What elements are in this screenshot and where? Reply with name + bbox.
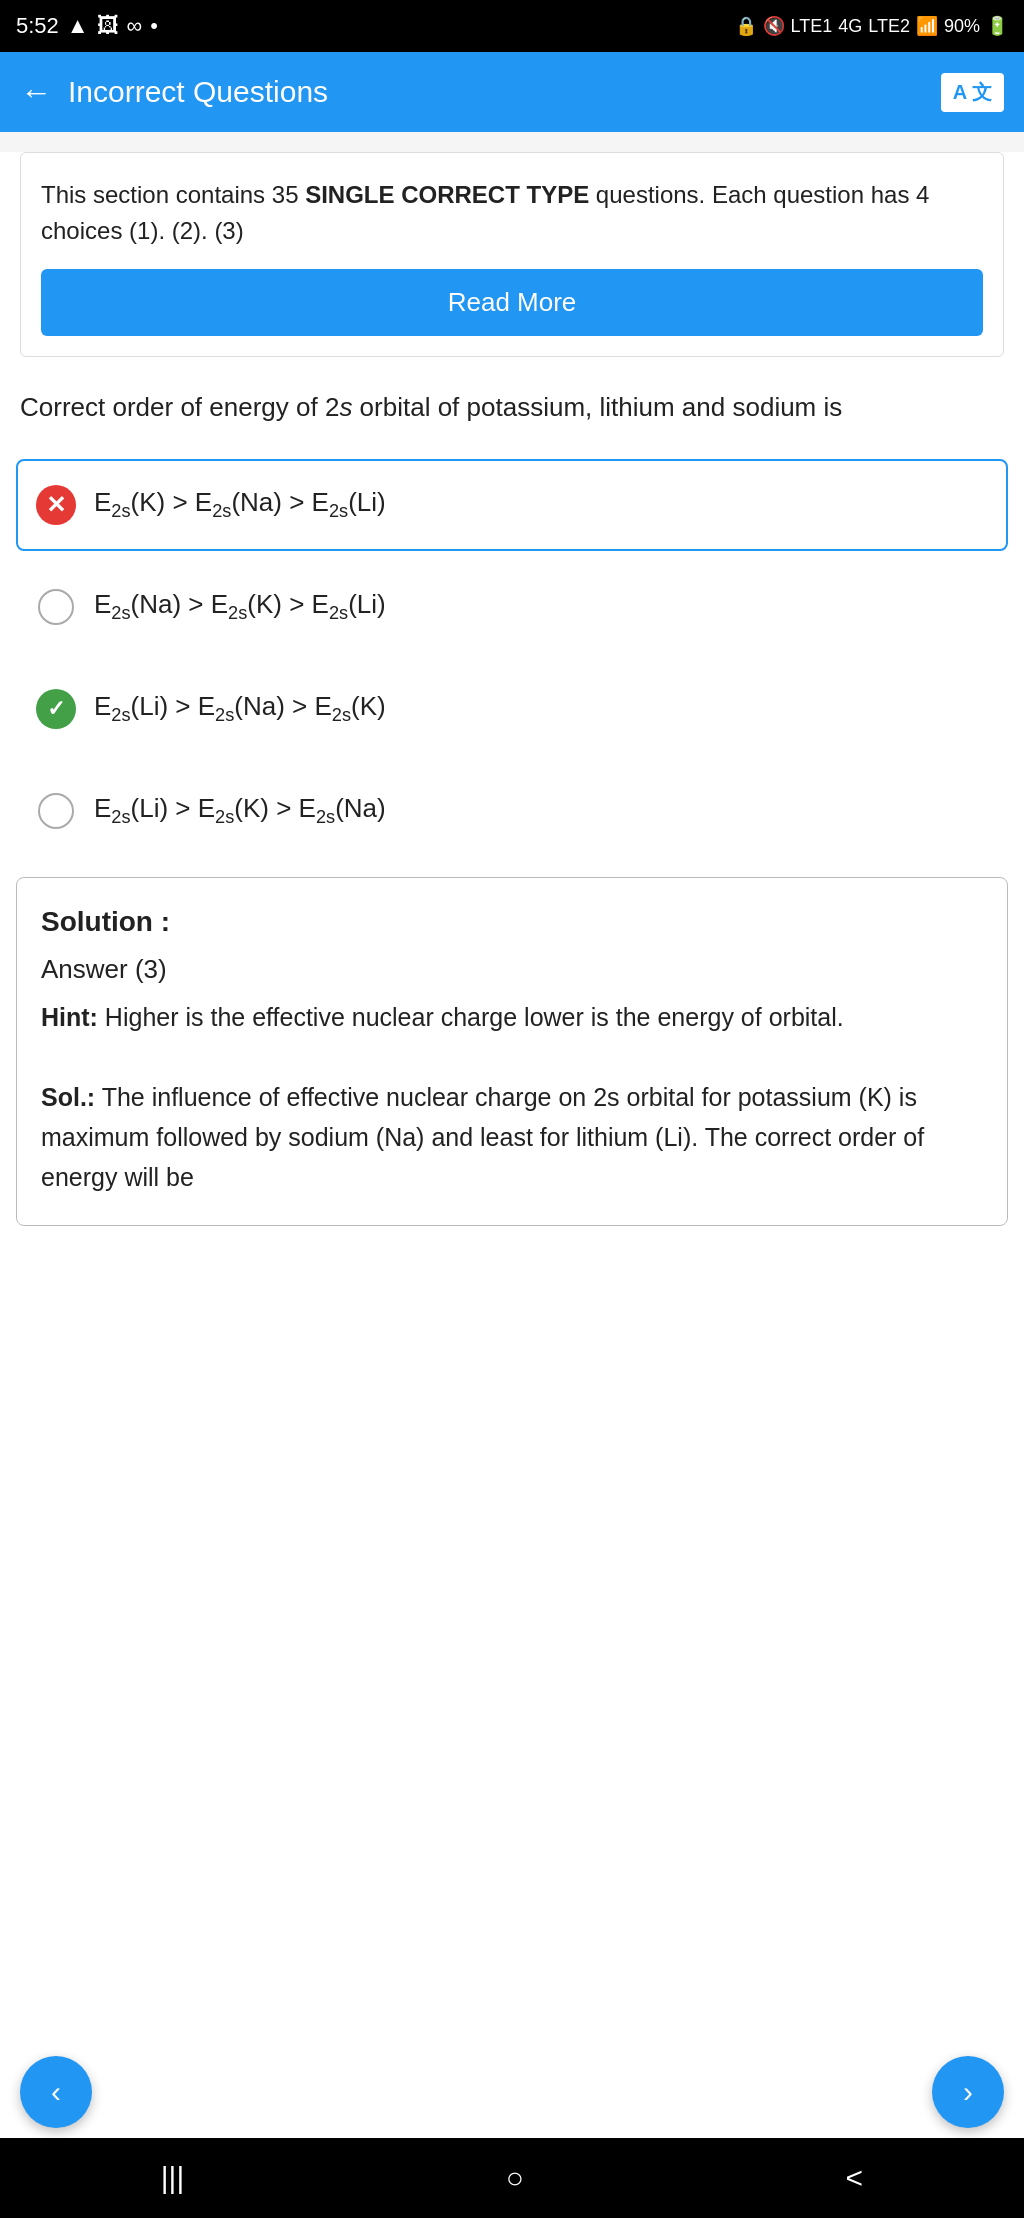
alert-icon: ▲ [67, 13, 89, 39]
status-time: 5:52 [16, 13, 59, 39]
option-4-icon [34, 789, 78, 833]
info-text: This section contains 35 SINGLE CORRECT … [41, 177, 983, 249]
option-1-text: E2s(K) > E2s(Na) > E2s(Li) [94, 484, 386, 525]
lte1-label: LTE1 [791, 16, 833, 37]
option-2-icon [34, 585, 78, 629]
lte2-label: LTE2 [868, 16, 910, 37]
info-box: This section contains 35 SINGLE CORRECT … [20, 152, 1004, 357]
back-icon[interactable]: < [846, 2161, 864, 2195]
read-more-button[interactable]: Read More [41, 269, 983, 336]
option-1[interactable]: ✕ E2s(K) > E2s(Na) > E2s(Li) [16, 459, 1008, 551]
next-button[interactable]: › [932, 2056, 1004, 2128]
status-right: 🔒 🔇 LTE1 4G LTE2 📶 90% 🔋 [735, 15, 1008, 37]
solution-box: Solution : Answer (3) Hint: Higher is th… [16, 877, 1008, 1226]
battery-icon: 🔋 [986, 15, 1008, 37]
prev-button[interactable]: ‹ [20, 2056, 92, 2128]
option-2[interactable]: E2s(Na) > E2s(K) > E2s(Li) [16, 561, 1008, 653]
option-3[interactable]: ✓ E2s(Li) > E2s(Na) > E2s(K) [16, 663, 1008, 755]
option-3-text: E2s(Li) > E2s(Na) > E2s(K) [94, 688, 386, 729]
question-text: Correct order of energy of 2s orbital of… [0, 357, 1024, 449]
solution-title: Solution : [41, 906, 983, 938]
header: ← Incorrect Questions A 文 [0, 52, 1024, 132]
bottom-bar: ||| ○ < [0, 2138, 1024, 2218]
media-icon: ∞ [127, 13, 143, 39]
signal-icon: 📶 [916, 15, 938, 37]
main-content: This section contains 35 SINGLE CORRECT … [0, 152, 1024, 2158]
option-4[interactable]: E2s(Li) > E2s(K) > E2s(Na) [16, 765, 1008, 857]
option-3-icon: ✓ [34, 687, 78, 731]
status-bar: 5:52 ▲ 🖼 ∞ • 🔒 🔇 LTE1 4G LTE2 📶 90% 🔋 [0, 0, 1024, 52]
translate-button[interactable]: A 文 [941, 73, 1004, 112]
mute-icon: 🔇 [763, 15, 785, 37]
radio-empty-icon [38, 589, 74, 625]
radio-empty-icon-2 [38, 793, 74, 829]
photo-icon: 🖼 [97, 13, 119, 39]
status-left: 5:52 ▲ 🖼 ∞ • [16, 13, 158, 39]
back-button[interactable]: ← [20, 74, 52, 111]
page-title: Incorrect Questions [68, 75, 328, 109]
lock-icon: 🔒 [735, 15, 757, 37]
4g-label: 4G [838, 16, 862, 37]
option-1-icon: ✕ [34, 483, 78, 527]
home-icon[interactable]: ○ [506, 2161, 524, 2195]
battery-label: 90% [944, 16, 980, 37]
solution-answer: Answer (3) [41, 954, 983, 985]
solution-body: Hint: Higher is the effective nuclear ch… [41, 997, 983, 1197]
option-2-text: E2s(Na) > E2s(K) > E2s(Li) [94, 586, 386, 627]
dot-icon: • [150, 13, 158, 39]
header-left: ← Incorrect Questions [20, 74, 328, 111]
option-4-text: E2s(Li) > E2s(K) > E2s(Na) [94, 790, 386, 831]
correct-icon: ✓ [36, 689, 76, 729]
wrong-icon: ✕ [36, 485, 76, 525]
options-container: ✕ E2s(K) > E2s(Na) > E2s(Li) E2s(Na) > E… [0, 459, 1024, 857]
menu-icon[interactable]: ||| [161, 2161, 184, 2195]
